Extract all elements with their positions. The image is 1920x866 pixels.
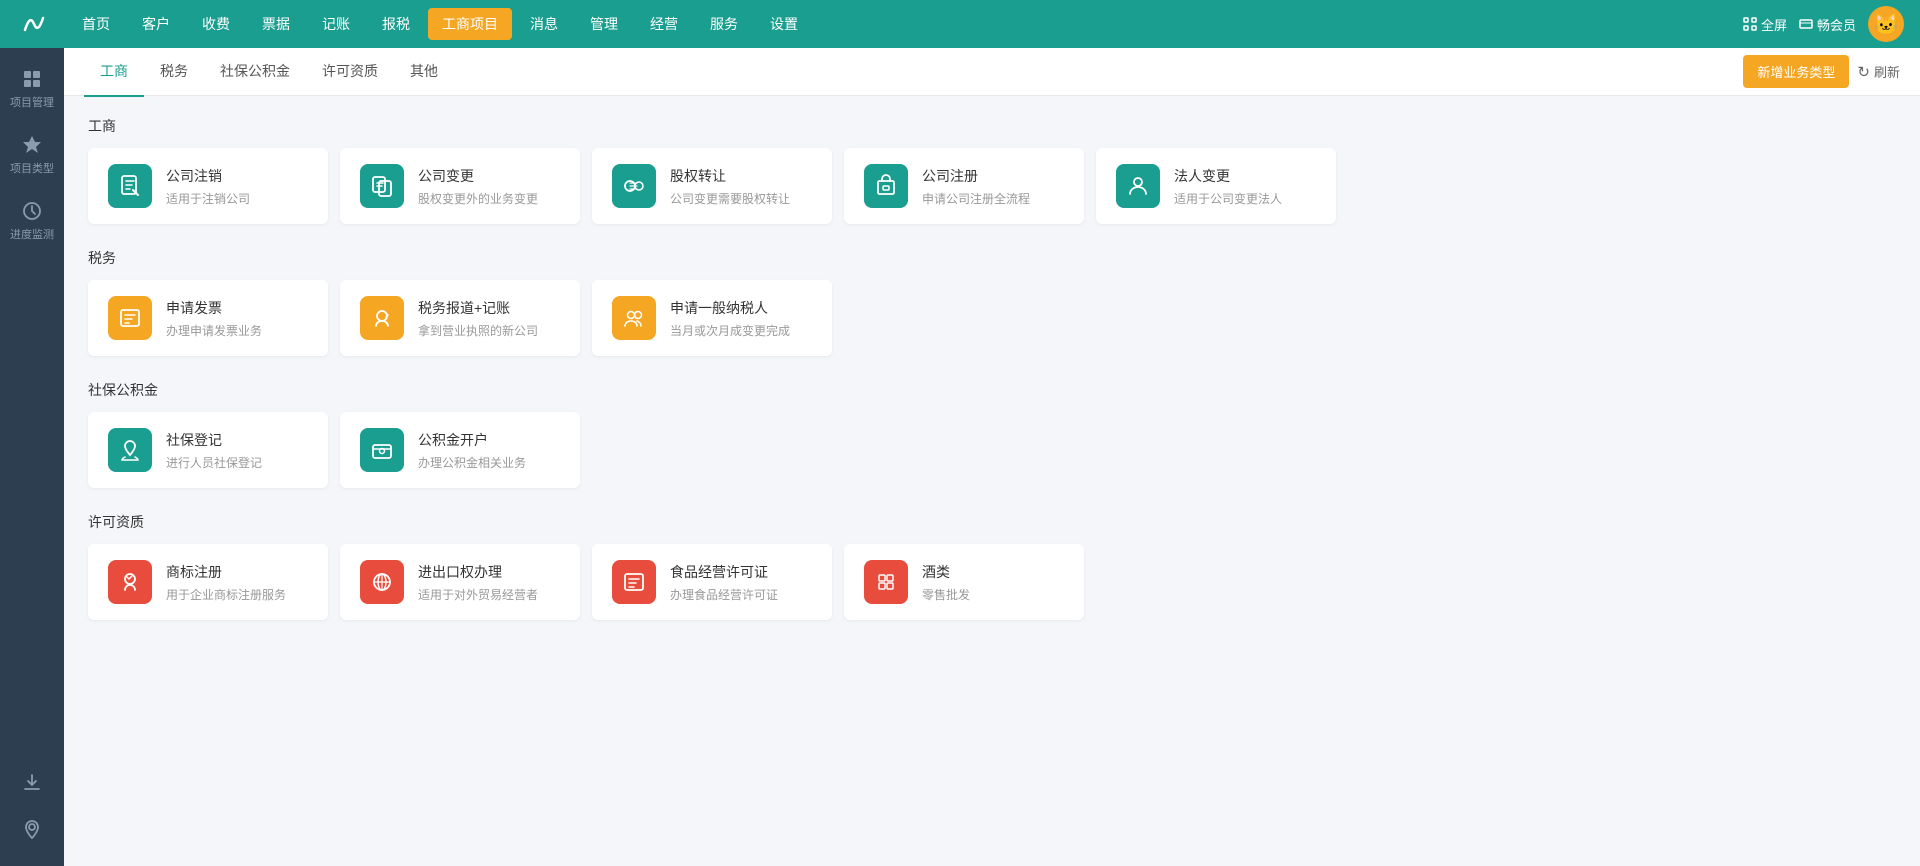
card-info-trademark: 商标注册 用于企业商标注册服务 [166,562,308,603]
card-icon-company-change [360,164,404,208]
card-icon-fund-account [360,428,404,472]
tab-tax[interactable]: 税务 [144,48,204,97]
card-icon-company-register [864,164,908,208]
tab-business[interactable]: 工商 [84,48,144,97]
nav-business[interactable]: 工商项目 [428,8,512,40]
top-navigation: 首页 客户 收费 票据 记账 报税 工商项目 消息 管理 经营 服务 设置 全屏… [0,0,1920,48]
card-tax-report[interactable]: 税务报道+记账 拿到营业执照的新公司 [340,280,580,356]
card-info-company-register: 公司注册 申请公司注册全流程 [922,166,1064,207]
card-company-cancel[interactable]: 公司注销 适用于注销公司 [88,148,328,224]
card-info-legal-change: 法人变更 适用于公司变更法人 [1174,166,1316,207]
tab-actions: 新增业务类型 ↻ 刷新 [1743,55,1900,88]
card-icon-food-license [612,560,656,604]
top-right-actions: 全屏 畅会员 🐱 [1743,6,1904,42]
tab-bar: 工商 税务 社保公积金 许可资质 其他 新增业务类型 ↻ 刷新 [64,48,1920,96]
card-info-import-export: 进出口权办理 适用于对外贸易经营者 [418,562,560,603]
cards-grid-license: 商标注册 用于企业商标注册服务 进出口权办理 适用于对外贸易经营者 [88,544,1896,620]
location-icon-btn[interactable] [0,808,64,850]
sidebar-item-progress[interactable]: 进度监测 [0,188,64,254]
cards-grid-social: 社保登记 进行人员社保登记 公积金开户 办理公积金相关业务 [88,412,1896,488]
logo [16,6,52,42]
cards-grid-tax: 申请发票 办理申请发票业务 税务报道+记账 拿到营业执照的新公司 [88,280,1896,356]
card-icon-company-cancel [108,164,152,208]
section-title-license: 许可资质 [88,512,1896,532]
nav-items: 首页 客户 收费 票据 记账 报税 工商项目 消息 管理 经营 服务 设置 [68,8,1743,40]
sidebar-bottom-actions [0,762,64,866]
card-icon-tax-report [360,296,404,340]
card-icon-equity-transfer [612,164,656,208]
refresh-button[interactable]: ↻ 刷新 [1857,62,1900,81]
content-area: 工商 税务 社保公积金 许可资质 其他 新增业务类型 ↻ 刷新 工商 [64,48,1920,866]
card-fund-account[interactable]: 公积金开户 办理公积金相关业务 [340,412,580,488]
sidebar-item-project-manage[interactable]: 项目管理 [0,56,64,122]
nav-tax[interactable]: 报税 [368,8,424,40]
card-info-invoice: 申请发票 办理申请发票业务 [166,298,308,339]
card-info-food-license: 食品经营许可证 办理食品经营许可证 [670,562,812,603]
nav-manage[interactable]: 管理 [576,8,632,40]
tab-social-security[interactable]: 社保公积金 [204,48,306,97]
card-icon-invoice [108,296,152,340]
card-info-company-change: 公司变更 股权变更外的业务变更 [418,166,560,207]
card-equity-transfer[interactable]: 股权转让 公司变更需要股权转让 [592,148,832,224]
card-info-alcohol: 酒类 零售批发 [922,562,1064,603]
card-company-register[interactable]: 公司注册 申请公司注册全流程 [844,148,1084,224]
nav-operation[interactable]: 经营 [636,8,692,40]
sidebar-item-project-type[interactable]: 项目类型 [0,122,64,188]
section-title-tax: 税务 [88,248,1896,268]
section-title-business: 工商 [88,116,1896,136]
fullscreen-btn[interactable]: 全屏 [1743,15,1787,34]
card-import-export[interactable]: 进出口权办理 适用于对外贸易经营者 [340,544,580,620]
nav-home[interactable]: 首页 [68,8,124,40]
card-legal-change[interactable]: 法人变更 适用于公司变更法人 [1096,148,1336,224]
card-info-fund-account: 公积金开户 办理公积金相关业务 [418,430,560,471]
card-info-company-cancel: 公司注销 适用于注销公司 [166,166,308,207]
card-icon-import-export [360,560,404,604]
card-alcohol[interactable]: 酒类 零售批发 [844,544,1084,620]
nav-message[interactable]: 消息 [516,8,572,40]
sidebar: 项目管理 项目类型 进度监测 [0,48,64,866]
section-title-social: 社保公积金 [88,380,1896,400]
nav-client[interactable]: 客户 [128,8,184,40]
tab-other[interactable]: 其他 [394,48,454,97]
card-icon-social-register [108,428,152,472]
card-tax-payer[interactable]: 申请一般纳税人 当月或次月成变更完成 [592,280,832,356]
card-info-tax-payer: 申请一般纳税人 当月或次月成变更完成 [670,298,812,339]
nav-fee[interactable]: 收费 [188,8,244,40]
card-invoice[interactable]: 申请发票 办理申请发票业务 [88,280,328,356]
vip-btn[interactable]: 畅会员 [1799,15,1856,34]
nav-account[interactable]: 记账 [308,8,364,40]
mascot-avatar: 🐱 [1868,6,1904,42]
card-icon-trademark [108,560,152,604]
card-info-social-register: 社保登记 进行人员社保登记 [166,430,308,471]
card-info-tax-report: 税务报道+记账 拿到营业执照的新公司 [418,298,560,339]
download-icon-btn[interactable] [0,762,64,804]
tab-license[interactable]: 许可资质 [306,48,394,97]
card-trademark[interactable]: 商标注册 用于企业商标注册服务 [88,544,328,620]
refresh-icon: ↻ [1857,63,1870,81]
main-layout: 项目管理 项目类型 进度监测 工商 税 [0,48,1920,866]
new-type-button[interactable]: 新增业务类型 [1743,55,1849,88]
card-icon-alcohol [864,560,908,604]
card-info-equity-transfer: 股权转让 公司变更需要股权转让 [670,166,812,207]
scroll-content[interactable]: 工商 公司注销 适用于注销公司 [64,96,1920,866]
card-food-license[interactable]: 食品经营许可证 办理食品经营许可证 [592,544,832,620]
card-icon-tax-payer [612,296,656,340]
nav-settings[interactable]: 设置 [756,8,812,40]
card-social-register[interactable]: 社保登记 进行人员社保登记 [88,412,328,488]
card-icon-legal-change [1116,164,1160,208]
cards-grid-business: 公司注销 适用于注销公司 公司变更 股权变更外的业务变更 [88,148,1896,224]
card-company-change[interactable]: 公司变更 股权变更外的业务变更 [340,148,580,224]
nav-service[interactable]: 服务 [696,8,752,40]
nav-bill[interactable]: 票据 [248,8,304,40]
